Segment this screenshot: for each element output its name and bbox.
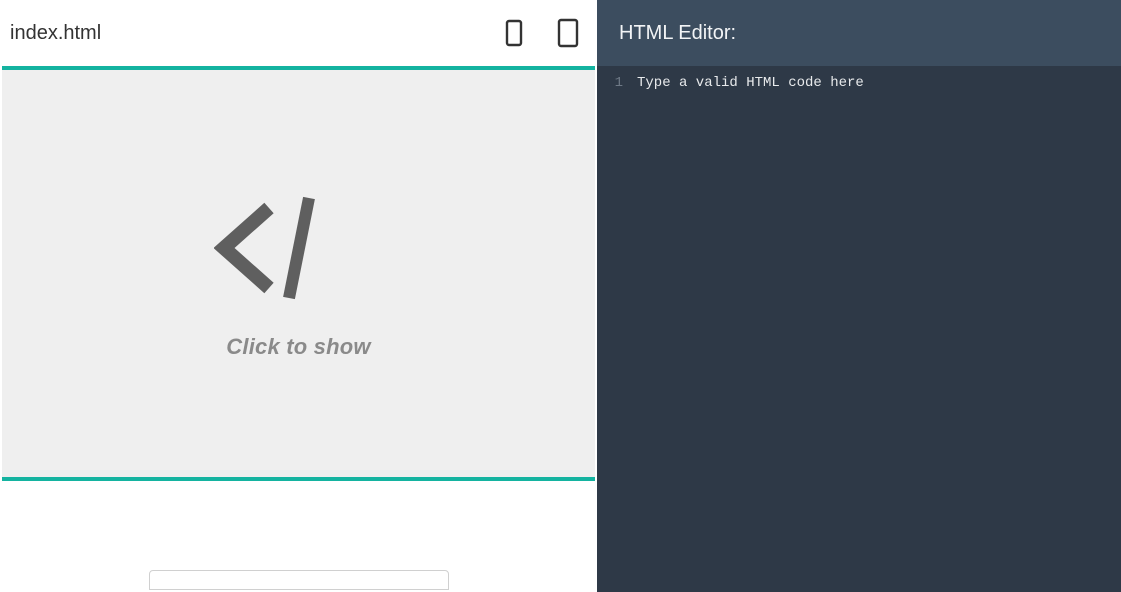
bottom-input[interactable] [149, 570, 449, 590]
topbar: index.html [0, 0, 597, 66]
editor-title: HTML Editor: [619, 22, 736, 45]
file-name: index.html [10, 22, 101, 45]
preview-pane: index.html [0, 0, 597, 592]
preview-hint-text: Click to show [226, 334, 370, 360]
preview-area[interactable]: Click to show [2, 66, 595, 481]
editor-body: 1 Type a valid HTML code here [597, 66, 1121, 592]
bottom-bar [0, 570, 597, 592]
editor-header: HTML Editor: [597, 0, 1121, 66]
editor-gutter: 1 [597, 72, 633, 592]
code-icon [214, 188, 384, 308]
code-editor[interactable]: Type a valid HTML code here [633, 72, 1121, 592]
line-number: 1 [597, 72, 623, 94]
mobile-portrait-icon[interactable] [505, 19, 523, 47]
topbar-icons [505, 18, 587, 48]
editor-pane: HTML Editor: 1 Type a valid HTML code he… [597, 0, 1121, 592]
app-root: index.html [0, 0, 1121, 592]
tablet-portrait-icon[interactable] [557, 18, 579, 48]
